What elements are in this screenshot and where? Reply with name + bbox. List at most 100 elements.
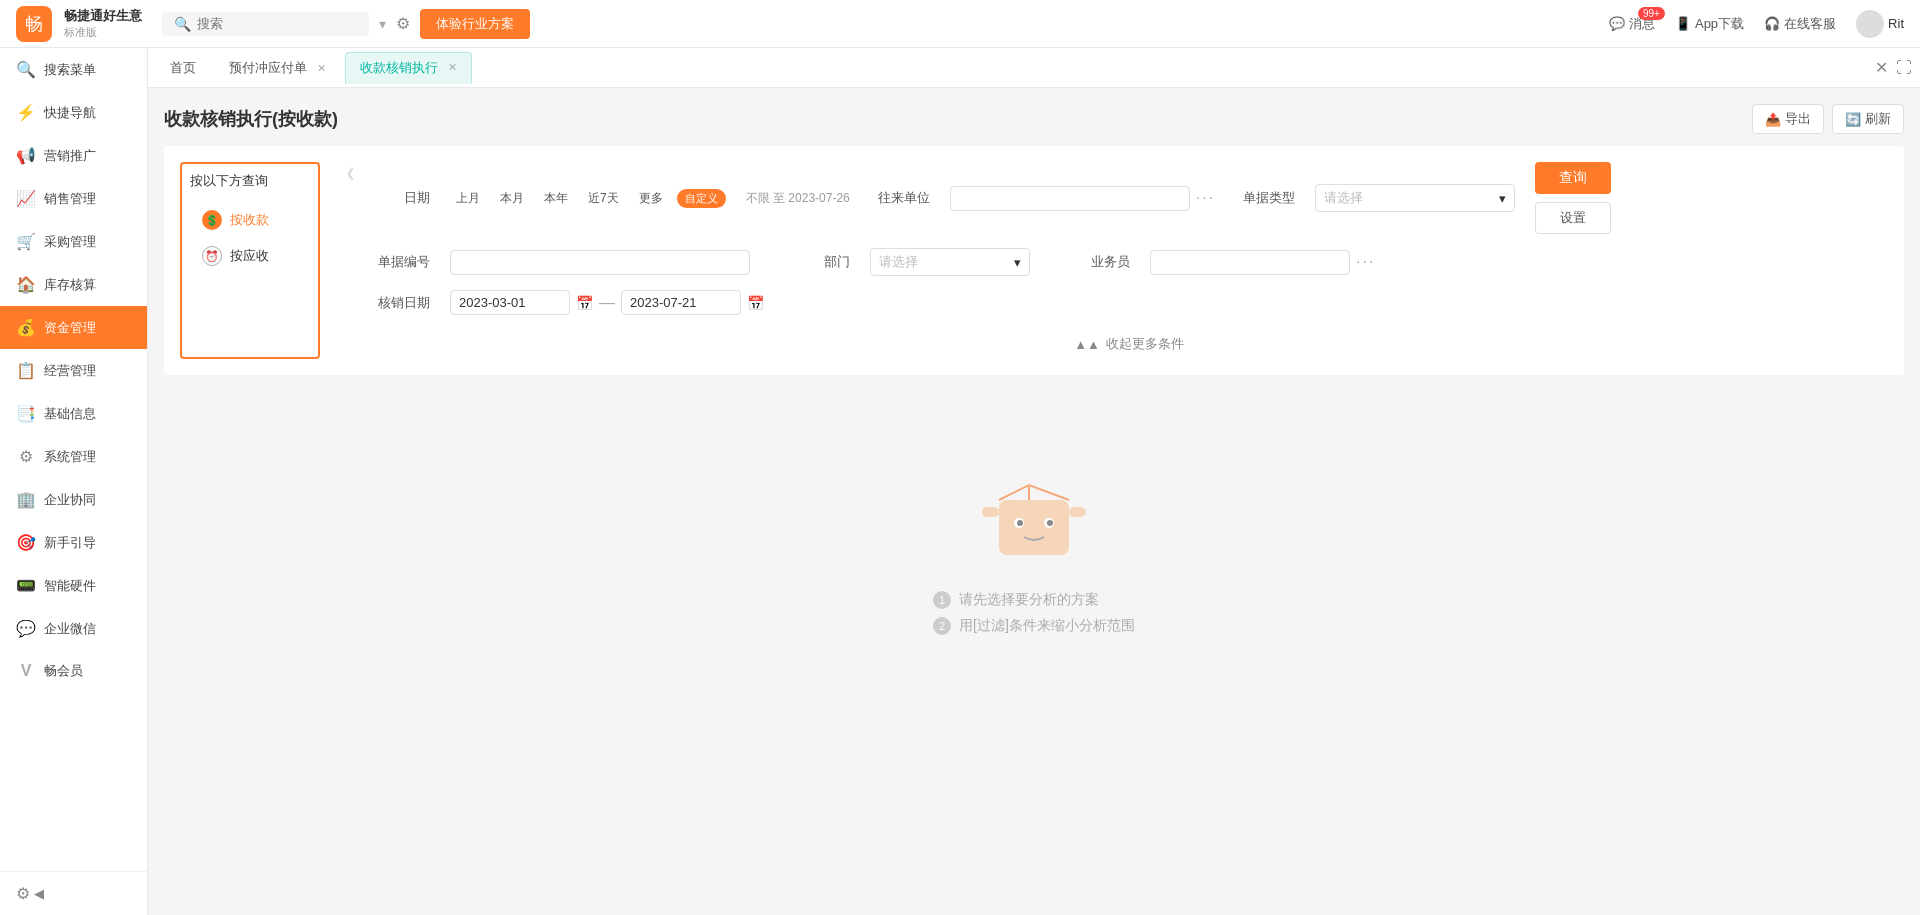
tab-prepay-close[interactable]: ✕ [317, 62, 326, 75]
staff-input[interactable] [1150, 250, 1350, 275]
sidebar-item-corp[interactable]: 🏢 企业协同 [0, 478, 147, 521]
sidebar-item-label: 搜索菜单 [44, 61, 96, 79]
search-input[interactable] [197, 16, 357, 31]
dropdown-arrow-icon[interactable]: ▾ [379, 16, 386, 32]
dept-select[interactable]: 请选择 ▾ [870, 248, 1030, 276]
verify-end-calendar-icon[interactable]: 📅 [747, 295, 764, 311]
query-button[interactable]: 查询 [1535, 162, 1611, 194]
partner-label: 往来单位 [870, 189, 930, 207]
date-btn-custom[interactable]: 自定义 [677, 189, 726, 208]
by-receivable-label: 按应收 [230, 247, 269, 265]
sidebar-item-system[interactable]: ⚙ 系统管理 [0, 435, 147, 478]
doc-num-input[interactable] [450, 250, 750, 275]
dept-value: 请选择 [879, 253, 918, 271]
collapse-conditions-btn[interactable]: ▲▲ 收起更多条件 [370, 329, 1888, 359]
service-label: 在线客服 [1784, 15, 1836, 33]
sidebar-item-basic[interactable]: 📑 基础信息 [0, 392, 147, 435]
tab-collection-label: 收款核销执行 [360, 59, 438, 77]
svg-point-4 [1047, 520, 1053, 526]
filter-option-by-receipt[interactable]: 💲 按收款 [190, 202, 310, 238]
sidebar-item-search-menu[interactable]: 🔍 搜索菜单 [0, 48, 147, 91]
partner-ellipsis[interactable]: ··· [1196, 189, 1215, 207]
online-service-item[interactable]: 🎧 在线客服 [1764, 15, 1836, 33]
quick-nav-icon: ⚡ [16, 103, 36, 122]
date-btn-last-month[interactable]: 上月 [450, 188, 486, 209]
dept-label: 部门 [790, 253, 850, 271]
svg-rect-0 [999, 500, 1069, 555]
sidebar-item-member[interactable]: V 畅会员 [0, 650, 147, 692]
sidebar-item-sales[interactable]: 📈 销售管理 [0, 177, 147, 220]
staff-ellipsis[interactable]: ··· [1356, 253, 1375, 271]
collapse-sidebar-icon[interactable]: ◀ [34, 886, 44, 901]
sales-icon: 📈 [16, 189, 36, 208]
tab-collection-close[interactable]: ✕ [448, 61, 457, 74]
content-area: 首页 预付冲应付单 ✕ 收款核销执行 ✕ ✕ ⛶ 收款核销执行(按收款) 📤 [148, 48, 1920, 915]
tab-collection[interactable]: 收款核销执行 ✕ [345, 52, 472, 84]
partner-input[interactable] [950, 186, 1190, 211]
dept-chevron-icon: ▾ [1014, 255, 1021, 270]
empty-illustration [974, 455, 1094, 575]
date-label: 日期 [370, 189, 430, 207]
collapse-conditions-label: 收起更多条件 [1106, 335, 1184, 353]
sidebar-item-quick-nav[interactable]: ⚡ 快捷导航 [0, 91, 147, 134]
sidebar-item-guide[interactable]: 🎯 新手引导 [0, 521, 147, 564]
date-btn-7days[interactable]: 近7天 [582, 188, 625, 209]
verify-date-label: 核销日期 [370, 294, 430, 312]
verify-date-end-input[interactable] [621, 290, 741, 315]
settings-bottom-icon[interactable]: ⚙ [16, 884, 30, 903]
sidebar-item-wechat[interactable]: 💬 企业微信 [0, 607, 147, 650]
setting-button[interactable]: 设置 [1535, 202, 1611, 234]
empty-tip-2: 2 用[过滤]条件来缩小分析范围 [933, 617, 1135, 635]
system-icon: ⚙ [16, 447, 36, 466]
tip-num-1: 1 [933, 591, 951, 609]
filter-option-by-receivable[interactable]: ⏰ 按应收 [190, 238, 310, 274]
user-avatar-item[interactable]: Rit [1856, 10, 1904, 38]
gear-icon[interactable]: ⚙ [396, 14, 410, 33]
empty-state: 1 请先选择要分析的方案 2 用[过滤]条件来缩小分析范围 [164, 375, 1904, 715]
finance-icon: 💰 [16, 318, 36, 337]
date-btn-this-month[interactable]: 本月 [494, 188, 530, 209]
top-bar-right: 💬 消息 99+ 📱 App下载 🎧 在线客服 Rit [1609, 10, 1904, 38]
headphone-icon: 🎧 [1764, 16, 1780, 31]
refresh-icon: 🔄 [1845, 112, 1861, 127]
empty-svg [974, 455, 1094, 575]
industry-btn[interactable]: 体验行业方案 [420, 9, 530, 39]
filter-collapse-arrow[interactable]: 《 [340, 166, 354, 184]
sidebar-item-hardware[interactable]: 📟 智能硬件 [0, 564, 147, 607]
business-icon: 📋 [16, 361, 36, 380]
tab-bar-right: ✕ ⛶ [1875, 58, 1912, 77]
refresh-button[interactable]: 🔄 刷新 [1832, 104, 1904, 134]
sidebar-item-label: 畅会员 [44, 662, 83, 680]
export-button[interactable]: 📤 导出 [1752, 104, 1824, 134]
doc-type-select[interactable]: 请选择 ▾ [1315, 184, 1515, 212]
app-download-item[interactable]: 📱 App下载 [1675, 15, 1744, 33]
sidebar-item-business[interactable]: 📋 经营管理 [0, 349, 147, 392]
export-icon: 📤 [1765, 112, 1781, 127]
date-btn-this-year[interactable]: 本年 [538, 188, 574, 209]
message-badge: 99+ [1638, 7, 1665, 20]
page-header: 收款核销执行(按收款) 📤 导出 🔄 刷新 [164, 104, 1904, 134]
filter-sidebar-title: 按以下方查询 [190, 172, 310, 190]
sidebar-item-finance[interactable]: 💰 资金管理 [0, 306, 147, 349]
sidebar-item-purchase[interactable]: 🛒 采购管理 [0, 220, 147, 263]
sidebar-item-label: 库存核算 [44, 276, 96, 294]
verify-start-calendar-icon[interactable]: 📅 [576, 295, 593, 311]
message-item[interactable]: 💬 消息 99+ [1609, 15, 1655, 33]
verify-date-start-input[interactable] [450, 290, 570, 315]
search-menu-icon: 🔍 [16, 60, 36, 79]
sidebar-item-marketing[interactable]: 📢 营销推广 [0, 134, 147, 177]
filter-sidebar: 按以下方查询 💲 按收款 ⏰ 按应收 [180, 162, 320, 359]
search-box[interactable]: 🔍 [162, 12, 369, 36]
tab-home[interactable]: 首页 [156, 53, 210, 83]
sidebar-item-label: 销售管理 [44, 190, 96, 208]
sidebar-item-inventory[interactable]: 🏠 库存核算 [0, 263, 147, 306]
maximize-icon[interactable]: ⛶ [1896, 59, 1912, 77]
sidebar-item-label: 营销推广 [44, 147, 96, 165]
tab-bar: 首页 预付冲应付单 ✕ 收款核销执行 ✕ ✕ ⛶ [148, 48, 1920, 88]
close-window-icon[interactable]: ✕ [1875, 58, 1888, 77]
sidebar-item-label: 资金管理 [44, 319, 96, 337]
tab-prepay[interactable]: 预付冲应付单 ✕ [214, 52, 341, 83]
date-btn-more[interactable]: 更多 [633, 188, 669, 209]
app-logo: 畅 [16, 6, 52, 42]
sidebar-item-label: 系统管理 [44, 448, 96, 466]
